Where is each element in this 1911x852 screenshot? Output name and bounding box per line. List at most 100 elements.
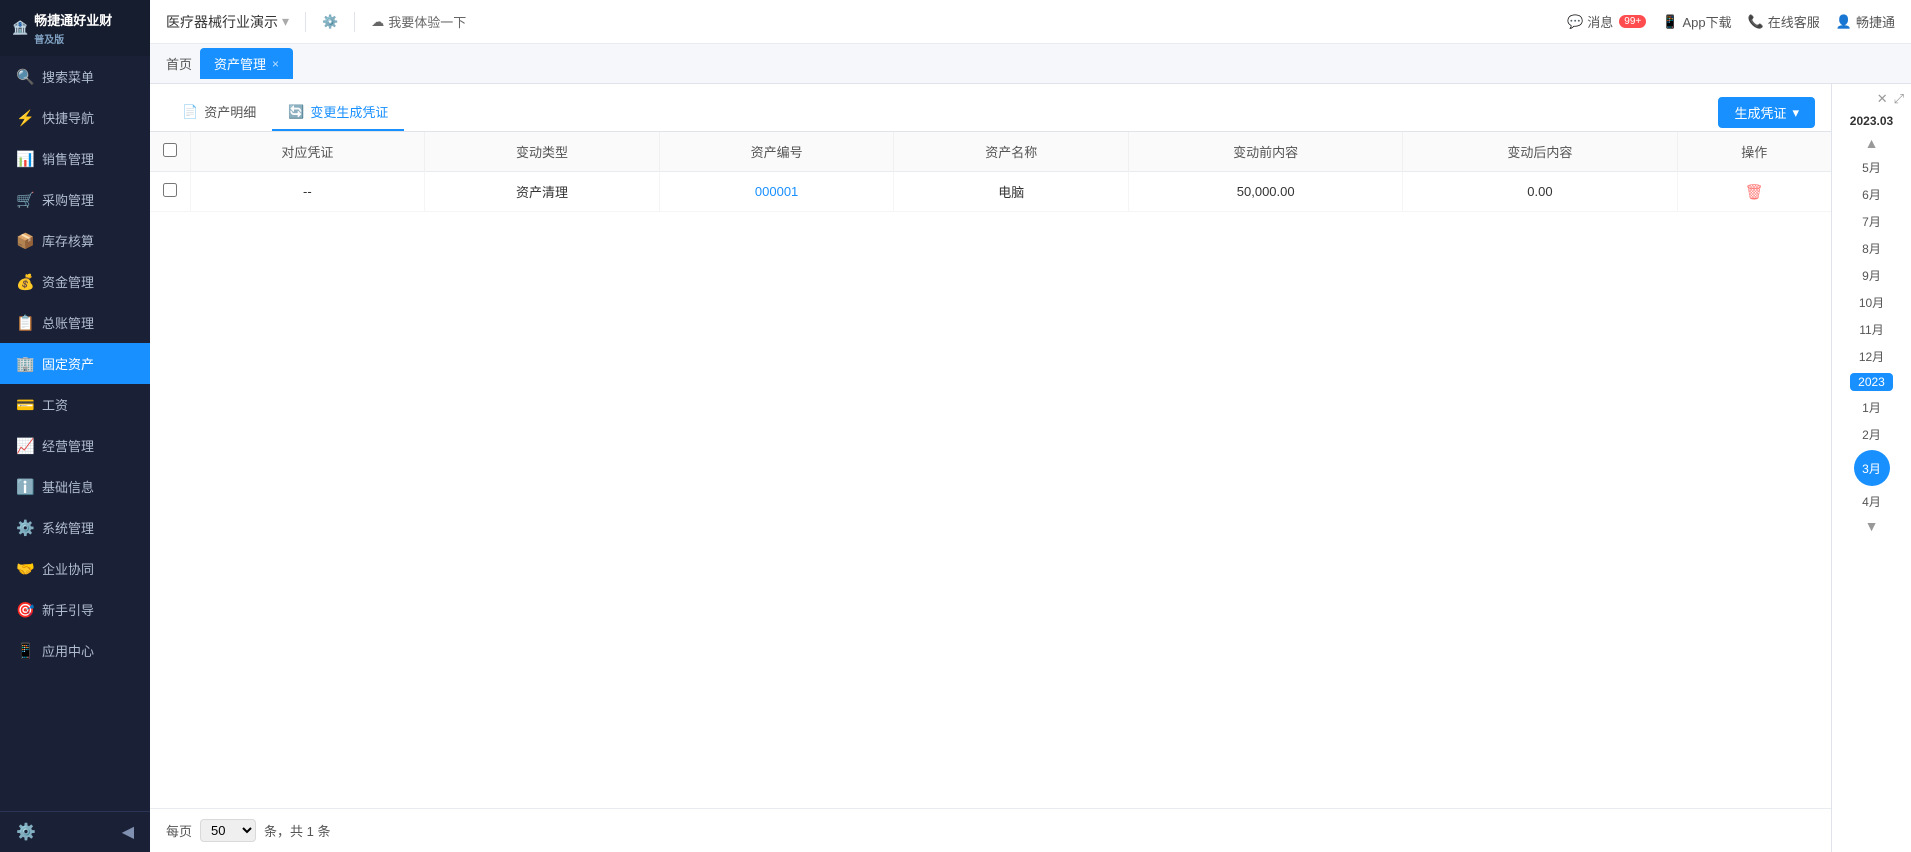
sidebar-item-system[interactable]: ⚙️ 系统管理 (0, 507, 150, 548)
sidebar-item-operations[interactable]: 📈 经营管理 (0, 425, 150, 466)
delete-row-button[interactable]: 🗑 (1745, 184, 1764, 201)
app-name: 畅捷通好业财 (34, 10, 112, 29)
cloud-icon: ☁ (371, 14, 384, 30)
sidebar-item-quick-nav[interactable]: ⚡ 快捷导航 (0, 97, 150, 138)
guide-icon: 🎯 (16, 601, 34, 619)
operations-icon: 📈 (16, 437, 34, 455)
sidebar-item-funds[interactable]: 💰 资金管理 (0, 261, 150, 302)
right-date-panel: ✕ ⤢ 2023.03 ▲ 5月 6月 7月 8月 9月 10月 11月 12月… (1831, 84, 1911, 852)
app-version: 普及版 (34, 31, 112, 46)
per-page-select[interactable]: 10 20 50 100 (200, 819, 256, 842)
sidebar-item-fixed-assets[interactable]: 🏢 固定资产 (0, 343, 150, 384)
sales-icon: 📊 (16, 150, 34, 168)
sidebar-item-search[interactable]: 🔍 搜索菜单 (0, 56, 150, 97)
user-button[interactable]: 👤 畅捷通 (1836, 12, 1895, 31)
ledger-icon: 📋 (16, 314, 34, 332)
col-asset-name: 资产名称 (894, 132, 1129, 172)
sidebar-item-basic-info[interactable]: ℹ️ 基础信息 (0, 466, 150, 507)
cell-asset-name: 电脑 (894, 172, 1129, 212)
expand-panel-icon[interactable]: ⤢ (1891, 88, 1907, 110)
collapse-icon[interactable]: ◀ (122, 822, 134, 842)
sidebar-item-label: 搜索菜单 (42, 67, 94, 86)
generate-label: 生成凭证 (1734, 103, 1786, 122)
total-label: 条，共 1 条 (264, 821, 330, 840)
table-wrapper: 对应凭证 变动类型 资产编号 资产名称 (150, 132, 1831, 808)
month-1[interactable]: 1月 (1832, 394, 1911, 421)
cell-after-content: 0.00 (1403, 172, 1677, 212)
sidebar-item-label: 采购管理 (42, 190, 94, 209)
subtab-asset-detail[interactable]: 📄 资产明细 (166, 94, 272, 131)
month-12[interactable]: 12月 (1832, 343, 1911, 370)
change-voucher-icon: 🔄 (288, 104, 304, 120)
topbar-divider (305, 12, 306, 32)
month-2[interactable]: 2月 (1832, 421, 1911, 448)
col-asset-no: 资产编号 (659, 132, 894, 172)
chevron-down-icon[interactable]: ▾ (282, 13, 289, 30)
sidebar-item-sales[interactable]: 📊 销售管理 (0, 138, 150, 179)
subtab-label: 资产明细 (204, 102, 256, 121)
tab-close-icon[interactable]: × (272, 57, 279, 71)
sidebar-item-enterprise[interactable]: 🤝 企业协同 (0, 548, 150, 589)
tab-home[interactable]: 首页 (166, 54, 192, 73)
scroll-down-icon[interactable]: ▼ (1862, 515, 1882, 537)
app-download-button[interactable]: 📱 App下载 (1662, 12, 1731, 31)
topbar-experience[interactable]: ☁ 我要体验一下 (371, 12, 466, 31)
sidebar-item-salary[interactable]: 💳 工资 (0, 384, 150, 425)
select-all-checkbox[interactable] (163, 143, 177, 157)
asset-detail-icon: 📄 (182, 104, 198, 120)
cell-before-content: 50,000.00 (1129, 172, 1403, 212)
sidebar-item-label: 基础信息 (42, 477, 94, 496)
close-panel-icon[interactable]: ✕ (1874, 88, 1891, 110)
sidebar-item-label: 总账管理 (42, 313, 94, 332)
app-logo: 🏦 畅捷通好业财 普及版 (0, 0, 150, 56)
month-3-active[interactable]: 3月 (1854, 450, 1890, 486)
cell-action: 🗑 (1677, 172, 1831, 212)
tab-label: 资产管理 (214, 54, 266, 73)
main-content: 医疗器械行业演示 ▾ ⚙️ ☁ 我要体验一下 💬 消息 99+ 📱 App下载 … (150, 0, 1911, 852)
settings-footer-icon[interactable]: ⚙️ (16, 822, 36, 842)
sidebar-item-label: 新手引导 (42, 600, 94, 619)
month-10[interactable]: 10月 (1832, 289, 1911, 316)
sidebar-item-label: 资金管理 (42, 272, 94, 291)
scroll-up-icon[interactable]: ▲ (1862, 132, 1882, 154)
app-center-icon: 📱 (16, 642, 34, 660)
col-change-type: 变动类型 (425, 132, 660, 172)
row-checkbox[interactable] (163, 183, 177, 197)
month-8[interactable]: 8月 (1832, 235, 1911, 262)
content-area: 📄 资产明细 🔄 变更生成凭证 生成凭证 ▾ (150, 84, 1911, 852)
month-5[interactable]: 5月 (1832, 154, 1911, 181)
message-button[interactable]: 💬 消息 99+ (1567, 12, 1646, 31)
subtab-change-voucher[interactable]: 🔄 变更生成凭证 (272, 94, 404, 131)
salary-icon: 💳 (16, 396, 34, 414)
tab-asset-management[interactable]: 资产管理 × (200, 48, 293, 79)
user-icon: 👤 (1836, 14, 1852, 30)
sidebar-item-guide[interactable]: 🎯 新手引导 (0, 589, 150, 630)
sidebar-item-purchase[interactable]: 🛒 采购管理 (0, 179, 150, 220)
search-icon: 🔍 (16, 68, 34, 86)
chevron-down-icon: ▾ (1792, 105, 1799, 121)
sidebar-footer: ⚙️ ◀ (0, 811, 150, 852)
subtab-label: 变更生成凭证 (310, 102, 388, 121)
online-service-button[interactable]: 📞 在线客服 (1748, 12, 1820, 31)
month-4[interactable]: 4月 (1832, 488, 1911, 515)
month-9[interactable]: 9月 (1832, 262, 1911, 289)
sidebar-item-label: 应用中心 (42, 641, 94, 660)
month-6[interactable]: 6月 (1832, 181, 1911, 208)
year-2023-label[interactable]: 2023 (1850, 373, 1893, 391)
sidebar-item-inventory[interactable]: 📦 库存核算 (0, 220, 150, 261)
panel-header: ✕ ⤢ (1832, 88, 1911, 110)
generate-voucher-button[interactable]: 生成凭证 ▾ (1718, 97, 1815, 128)
sidebar-item-app-center[interactable]: 📱 应用中心 (0, 630, 150, 671)
per-page-label: 每页 (166, 821, 192, 840)
sidebar: 🏦 畅捷通好业财 普及版 🔍 搜索菜单 ⚡ 快捷导航 📊 销售管理 🛒 采购管理… (0, 0, 150, 852)
table-row: -- 资产清理 000001 电脑 50,000.00 0.00 🗑 (150, 172, 1831, 212)
month-11[interactable]: 11月 (1832, 316, 1911, 343)
subtabs: 📄 资产明细 🔄 变更生成凭证 生成凭证 ▾ (150, 84, 1831, 132)
fixed-assets-icon: 🏢 (16, 355, 34, 373)
sidebar-item-ledger[interactable]: 📋 总账管理 (0, 302, 150, 343)
logo-icon: 🏦 (12, 20, 28, 36)
settings-icon[interactable]: ⚙️ (322, 14, 338, 30)
month-7[interactable]: 7月 (1832, 208, 1911, 235)
purchase-icon: 🛒 (16, 191, 34, 209)
sidebar-item-label: 经营管理 (42, 436, 94, 455)
